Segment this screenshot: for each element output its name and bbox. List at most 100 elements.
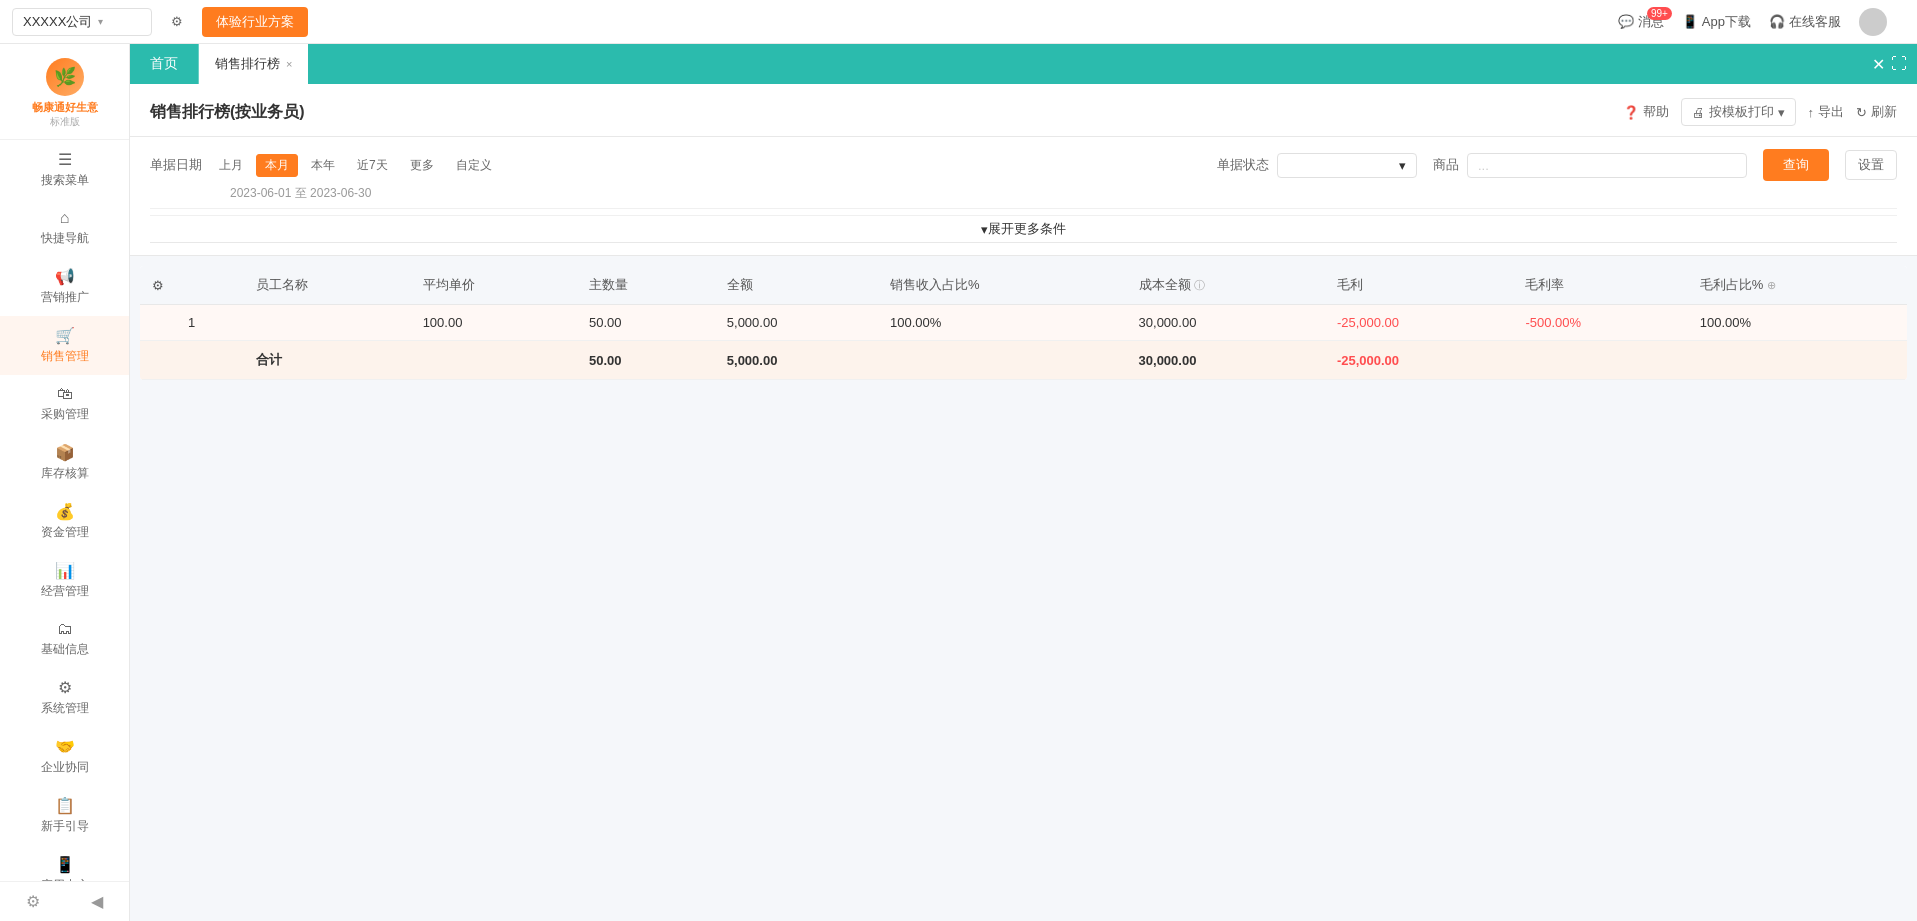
footer-settings	[140, 341, 176, 380]
print-label: 按模板打印	[1709, 103, 1774, 121]
sidebar-item-system[interactable]: ⚙ 系统管理	[0, 668, 129, 727]
refresh-label: 刷新	[1871, 103, 1897, 121]
export-button[interactable]: ↑ 导出	[1808, 103, 1845, 121]
date-btn-more[interactable]: 更多	[401, 154, 443, 177]
sidebar-item-label: 营销推广	[41, 289, 89, 306]
date-btn-custom[interactable]: 自定义	[447, 154, 501, 177]
user-avatar[interactable]	[1859, 8, 1887, 36]
date-btn-last-month[interactable]: 上月	[210, 154, 252, 177]
logo-icon: 🌿	[46, 58, 84, 96]
goods-filter: 商品 ...	[1433, 153, 1747, 178]
page-title: 销售排行榜(按业务员)	[150, 102, 305, 123]
table-footer-row: 合计 50.00 5,000.00 30,000.00 -25,000.00	[140, 341, 1907, 380]
filter-bar: 单据日期 上月 本月 本年 近7天 更多 自定义	[130, 137, 1917, 256]
handshake-icon: 🤝	[55, 737, 75, 756]
date-filter: 单据日期 上月 本月 本年 近7天 更多 自定义	[150, 154, 501, 177]
cart-icon: 🛒	[55, 326, 75, 345]
window-close-icon[interactable]: ✕	[1872, 55, 1885, 74]
table-row[interactable]: 1 100.00 50.00 5,000.00 100.00% 30,000.0…	[140, 305, 1907, 341]
sidebar-item-label: 新手引导	[41, 818, 89, 835]
sidebar-item-label: 采购管理	[41, 406, 89, 423]
message-button[interactable]: 💬 消息 99+	[1618, 13, 1664, 31]
sidebar-item-purchase[interactable]: 🛍 采购管理	[0, 375, 129, 433]
sidebar-item-marketing[interactable]: 📢 营销推广	[0, 257, 129, 316]
sidebar-item-label: 库存核算	[41, 465, 89, 482]
expand-label: 展开更多条件	[988, 220, 1066, 238]
headset-icon: 🎧	[1769, 14, 1785, 29]
sidebar-item-label: 销售管理	[41, 348, 89, 365]
window-expand-icon[interactable]: ⛶	[1891, 55, 1907, 73]
footer-settings-button[interactable]: ⚙	[26, 892, 40, 911]
status-select[interactable]: ▾	[1277, 153, 1417, 178]
footer-label: 合计	[244, 341, 410, 380]
phone-icon: 📱	[1682, 14, 1698, 29]
footer-sales-pct	[878, 341, 1127, 380]
sidebar-item-app-center[interactable]: 📱 应用中心	[0, 845, 129, 881]
row-gross: -25,000.00	[1325, 305, 1514, 341]
date-filter-label: 单据日期	[150, 156, 202, 174]
status-filter-label: 单据状态	[1217, 156, 1269, 174]
bag-icon: 🛍	[57, 385, 73, 403]
sidebar-item-enterprise[interactable]: 🤝 企业协同	[0, 727, 129, 786]
print-button[interactable]: 🖨 按模板打印 ▾	[1681, 98, 1796, 126]
chevron-down-icon: ▾	[98, 16, 103, 27]
page-header: 销售排行榜(按业务员) ❓ 帮助 🖨 按模板打印 ▾ ↑	[130, 84, 1917, 137]
date-btn-this-month[interactable]: 本月	[256, 154, 298, 177]
sidebar-item-finance[interactable]: 💰 资金管理	[0, 492, 129, 551]
trial-button[interactable]: 体验行业方案	[202, 7, 308, 37]
query-button[interactable]: 查询	[1763, 149, 1829, 181]
column-header-qty: 主数量	[577, 266, 715, 305]
help-button[interactable]: ❓ 帮助	[1623, 103, 1669, 121]
footer-gross-pct	[1688, 341, 1907, 380]
sidebar-item-inventory[interactable]: 📦 库存核算	[0, 433, 129, 492]
table-settings-icon[interactable]: ⚙	[152, 278, 164, 293]
app-download-label: App下载	[1702, 13, 1751, 31]
online-service-button[interactable]: 🎧 在线客服	[1769, 13, 1841, 31]
sidebar-item-label: 资金管理	[41, 524, 89, 541]
date-btn-7days[interactable]: 近7天	[348, 154, 397, 177]
sidebar-item-guide[interactable]: 📋 新手引导	[0, 786, 129, 845]
footer-avg-price	[411, 341, 577, 380]
sidebar-item-operations[interactable]: 📊 经营管理	[0, 551, 129, 610]
status-filter: 单据状态 ▾	[1217, 153, 1417, 178]
sidebar-nav: ☰ 搜索菜单 ⌂ 快捷导航 📢 营销推广 🛒 销售管理 🛍 采购管理	[0, 140, 129, 881]
settings-icon[interactable]: ⚙	[162, 7, 192, 37]
sidebar-item-basic-info[interactable]: 🗂 基础信息	[0, 610, 129, 668]
column-settings-button[interactable]: 设置	[1845, 150, 1897, 180]
date-range-text: 2023-06-01 至 2023-06-30	[230, 186, 371, 200]
message-icon: 💬	[1618, 14, 1634, 29]
expand-more-bar[interactable]: ▾ 展开更多条件	[150, 215, 1897, 243]
company-selector[interactable]: XXXXX公司 ▾	[12, 8, 152, 36]
sidebar-logo: 🌿 畅康通好生意 标准版	[0, 44, 129, 140]
footer-cost: 30,000.00	[1127, 341, 1325, 380]
date-btn-this-year[interactable]: 本年	[302, 154, 344, 177]
sidebar-item-sales[interactable]: 🛒 销售管理	[0, 316, 129, 375]
sidebar-item-label: 快捷导航	[41, 230, 89, 247]
column-header-gross-pct: 毛利占比% ⊕	[1688, 266, 1907, 305]
export-label: 导出	[1818, 103, 1844, 121]
mobile-icon: 📱	[55, 855, 75, 874]
sidebar-item-search[interactable]: ☰ 搜索菜单	[0, 140, 129, 199]
tab-close-icon[interactable]: ×	[286, 58, 292, 70]
row-gross-rate: -500.00%	[1513, 305, 1687, 341]
sidebar-item-label: 基础信息	[41, 641, 89, 658]
tab-home[interactable]: 首页	[130, 44, 199, 84]
footer-qty: 50.00	[577, 341, 715, 380]
app-download-button[interactable]: 📱 App下载	[1682, 13, 1751, 31]
goods-input[interactable]: ...	[1467, 153, 1747, 178]
online-service-label: 在线客服	[1789, 13, 1841, 31]
sidebar-item-quick-nav[interactable]: ⌂ 快捷导航	[0, 199, 129, 257]
footer-collapse-button[interactable]: ◀	[91, 892, 103, 911]
tab-home-label: 首页	[150, 55, 178, 73]
column-header-amount: 全额	[715, 266, 878, 305]
tab-sales-ranking[interactable]: 销售排行榜 ×	[199, 44, 308, 84]
box-icon: 📦	[55, 443, 75, 462]
column-header-sales-pct: 销售收入占比%	[878, 266, 1127, 305]
sidebar-item-label: 搜索菜单	[41, 172, 89, 189]
goods-filter-label: 商品	[1433, 156, 1459, 174]
printer-icon: 🖨	[1692, 105, 1705, 120]
refresh-icon: ↻	[1856, 105, 1867, 120]
data-table-wrapper: ⚙ 员工名称 平均单价 主数量 全额 销售收入占比% 成本全额 ⓘ 毛利 毛	[140, 266, 1907, 380]
column-header-settings[interactable]: ⚙	[140, 266, 176, 305]
refresh-button[interactable]: ↻ 刷新	[1856, 103, 1897, 121]
